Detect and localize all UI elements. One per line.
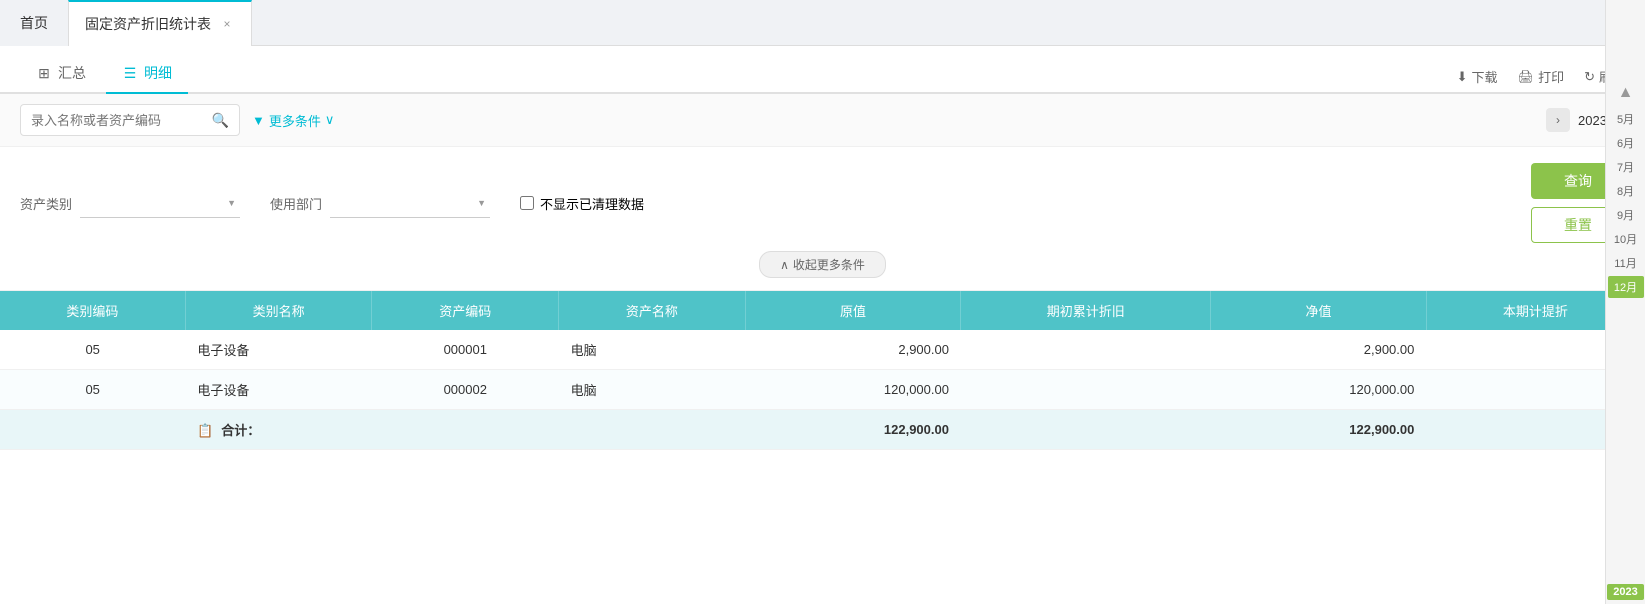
- scroll-up-button[interactable]: ▲: [1618, 80, 1634, 106]
- tab-active[interactable]: 固定资产折旧统计表 ×: [68, 0, 252, 46]
- asset-type-select[interactable]: 电子设备: [80, 188, 240, 218]
- total-code: [0, 410, 185, 450]
- asset-type-select-wrap: 电子设备: [80, 188, 240, 218]
- col-header-asset-code: 资产编码: [372, 291, 559, 330]
- asset-type-label: 资产类别: [20, 194, 72, 213]
- dept-select-wrap: [330, 188, 490, 218]
- sub-tab-bar: ⊞ 汇总 ☰ 明细 ⬇ 下载 🖨 打印 ↻ 刷新: [0, 46, 1645, 94]
- table-wrap: 类别编码 类别名称 资产编码 资产名称 原值 期初累计折旧 净值 本期计提折 0…: [0, 291, 1645, 604]
- cell-depreciation: [961, 370, 1211, 410]
- tab-detail[interactable]: ☰ 明细: [106, 54, 188, 94]
- collapse-chevron-icon: ∧: [780, 258, 789, 272]
- hide-cleared-checkbox[interactable]: [520, 196, 534, 210]
- month-10[interactable]: 10月: [1608, 228, 1644, 250]
- col-header-original: 原值: [745, 291, 961, 330]
- cell-depreciation: [961, 330, 1211, 370]
- total-row: 📋 合计： 122,900.00 122,900.00: [0, 410, 1645, 450]
- col-header-category-name: 类别名称: [185, 291, 372, 330]
- main-content: ⊞ 汇总 ☰ 明细 ⬇ 下载 🖨 打印 ↻ 刷新: [0, 46, 1645, 604]
- tab-summary-label: 汇总: [58, 63, 86, 83]
- month-12[interactable]: 12月: [1608, 276, 1644, 298]
- col-header-depreciation: 期初累计折旧: [961, 291, 1211, 330]
- filter-label: 更多条件: [269, 111, 321, 130]
- asset-type-field: 资产类别 电子设备: [20, 188, 240, 218]
- print-button[interactable]: 🖨 打印: [1518, 67, 1565, 86]
- total-label: 📋 合计：: [185, 410, 745, 450]
- tab-home[interactable]: 首页: [0, 0, 68, 46]
- total-original: 122,900.00: [745, 410, 961, 450]
- hide-cleared-field: 不显示已清理数据: [520, 194, 644, 213]
- dept-field: 使用部门: [270, 188, 490, 218]
- filter-chevron-icon: ∨: [325, 112, 335, 128]
- table-row: 05 电子设备 000001 电脑 2,900.00 2,900.00: [0, 330, 1645, 370]
- cell-asset-code: 000001: [372, 330, 559, 370]
- month-11[interactable]: 11月: [1608, 252, 1644, 274]
- toolbar-actions: ⬇ 下载 🖨 打印 ↻ 刷新: [1457, 67, 1625, 92]
- total-icon: 📋: [197, 423, 213, 438]
- print-label: 打印: [1538, 67, 1564, 86]
- search-input-wrap[interactable]: 🔍: [20, 104, 240, 136]
- month-7[interactable]: 7月: [1608, 156, 1644, 178]
- search-icon: 🔍: [212, 112, 229, 129]
- filter-row: 资产类别 电子设备 使用部门: [20, 163, 1625, 243]
- col-header-asset-name: 资产名称: [559, 291, 746, 330]
- month-9[interactable]: 9月: [1608, 204, 1644, 226]
- tab-summary[interactable]: ⊞ 汇总: [20, 54, 102, 94]
- cell-original: 2,900.00: [745, 330, 961, 370]
- dept-label: 使用部门: [270, 194, 322, 213]
- filter-icon: ▼: [252, 113, 265, 128]
- month-5[interactable]: 5月: [1608, 108, 1644, 130]
- cell-category-name: 电子设备: [185, 370, 372, 410]
- print-icon: 🖨: [1518, 69, 1535, 85]
- right-sidebar: ▲ 5月 6月 7月 8月 9月 10月 11月 12月 2023: [1605, 0, 1645, 604]
- col-header-net-value: 净值: [1211, 291, 1427, 330]
- more-filter-button[interactable]: ▼ 更多条件 ∨: [252, 111, 334, 130]
- col-header-category-code: 类别编码: [0, 291, 185, 330]
- download-button[interactable]: ⬇ 下载: [1457, 67, 1498, 86]
- data-table: 类别编码 类别名称 资产编码 资产名称 原值 期初累计折旧 净值 本期计提折 0…: [0, 291, 1645, 450]
- table-row: 05 电子设备 000002 电脑 120,000.00 120,000.00: [0, 370, 1645, 410]
- search-bar: 🔍 ▼ 更多条件 ∨ › 2023.01: [0, 94, 1645, 147]
- tab-close-icon[interactable]: ×: [219, 16, 235, 32]
- cell-category-code: 05: [0, 330, 185, 370]
- total-depreciation: [961, 410, 1211, 450]
- cell-asset-name: 电脑: [559, 370, 746, 410]
- tab-active-label: 固定资产折旧统计表: [85, 14, 211, 34]
- detail-icon: ☰: [122, 65, 138, 81]
- download-icon: ⬇: [1457, 69, 1468, 85]
- tab-detail-label: 明细: [144, 63, 172, 83]
- collapse-row: ∧ 收起更多条件: [20, 243, 1625, 282]
- hide-cleared-label: 不显示已清理数据: [540, 194, 644, 213]
- year-badge: 2023: [1607, 584, 1643, 600]
- collapse-label: 收起更多条件: [793, 256, 865, 273]
- cell-category-name: 电子设备: [185, 330, 372, 370]
- search-input[interactable]: [31, 113, 206, 128]
- download-label: 下载: [1472, 67, 1498, 86]
- total-net-value: 122,900.00: [1211, 410, 1427, 450]
- month-6[interactable]: 6月: [1608, 132, 1644, 154]
- cell-asset-name: 电脑: [559, 330, 746, 370]
- collapse-button[interactable]: ∧ 收起更多条件: [759, 251, 886, 278]
- cell-category-code: 05: [0, 370, 185, 410]
- dept-select[interactable]: [330, 188, 490, 218]
- cell-net-value: 120,000.00: [1211, 370, 1427, 410]
- table-header-row: 类别编码 类别名称 资产编码 资产名称 原值 期初累计折旧 净值 本期计提折: [0, 291, 1645, 330]
- month-8[interactable]: 8月: [1608, 180, 1644, 202]
- cell-asset-code: 000002: [372, 370, 559, 410]
- filter-panel: 资产类别 电子设备 使用部门: [0, 147, 1645, 291]
- date-nav-button[interactable]: ›: [1546, 108, 1570, 132]
- tab-bar: 首页 固定资产折旧统计表 × ✕: [0, 0, 1645, 46]
- summary-icon: ⊞: [36, 65, 52, 81]
- cell-original: 120,000.00: [745, 370, 961, 410]
- cell-net-value: 2,900.00: [1211, 330, 1427, 370]
- refresh-icon: ↻: [1584, 69, 1595, 85]
